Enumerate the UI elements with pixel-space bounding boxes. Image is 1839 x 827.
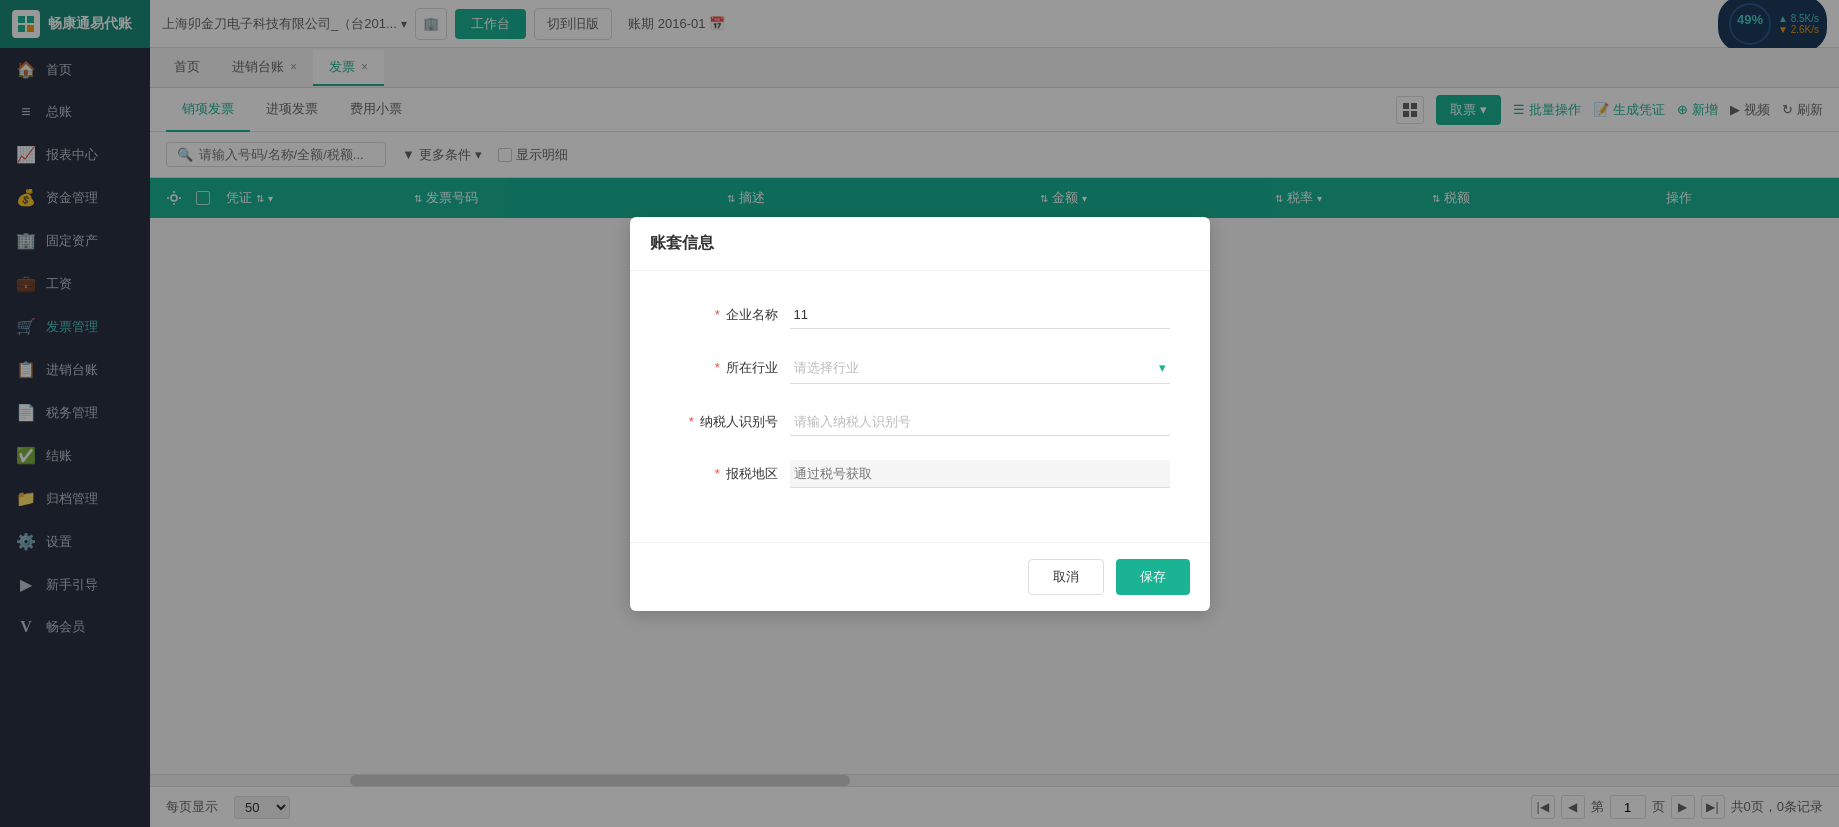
required-star: * bbox=[689, 414, 694, 429]
industry-placeholder: 请选择行业 bbox=[794, 359, 1159, 377]
tax-region-input bbox=[790, 460, 1170, 488]
account-info-modal: 账套信息 * 企业名称 * 所在行业 请选择行业 ▾ bbox=[630, 217, 1210, 611]
cancel-button[interactable]: 取消 bbox=[1028, 559, 1104, 595]
form-row-industry: * 所在行业 请选择行业 ▾ bbox=[670, 353, 1170, 384]
required-star: * bbox=[715, 360, 720, 375]
tax-id-label: * 纳税人识别号 bbox=[670, 413, 790, 431]
industry-select[interactable]: 请选择行业 ▾ bbox=[790, 353, 1170, 384]
company-name-input[interactable] bbox=[790, 301, 1170, 329]
form-row-tax-id: * 纳税人识别号 bbox=[670, 408, 1170, 436]
industry-label: * 所在行业 bbox=[670, 359, 790, 377]
modal-footer: 取消 保存 bbox=[630, 542, 1210, 611]
form-row-company-name: * 企业名称 bbox=[670, 301, 1170, 329]
tax-region-label: * 报税地区 bbox=[670, 465, 790, 483]
modal-title: 账套信息 bbox=[630, 217, 1210, 271]
save-button[interactable]: 保存 bbox=[1116, 559, 1190, 595]
required-star: * bbox=[715, 307, 720, 322]
form-row-tax-region: * 报税地区 bbox=[670, 460, 1170, 488]
tax-id-input[interactable] bbox=[790, 408, 1170, 436]
modal-body: * 企业名称 * 所在行业 请选择行业 ▾ * 纳 bbox=[630, 271, 1210, 542]
company-name-label: * 企业名称 bbox=[670, 306, 790, 324]
required-star: * bbox=[715, 466, 720, 481]
industry-dropdown-icon: ▾ bbox=[1159, 360, 1166, 375]
modal-overlay: 账套信息 * 企业名称 * 所在行业 请选择行业 ▾ bbox=[0, 0, 1839, 827]
